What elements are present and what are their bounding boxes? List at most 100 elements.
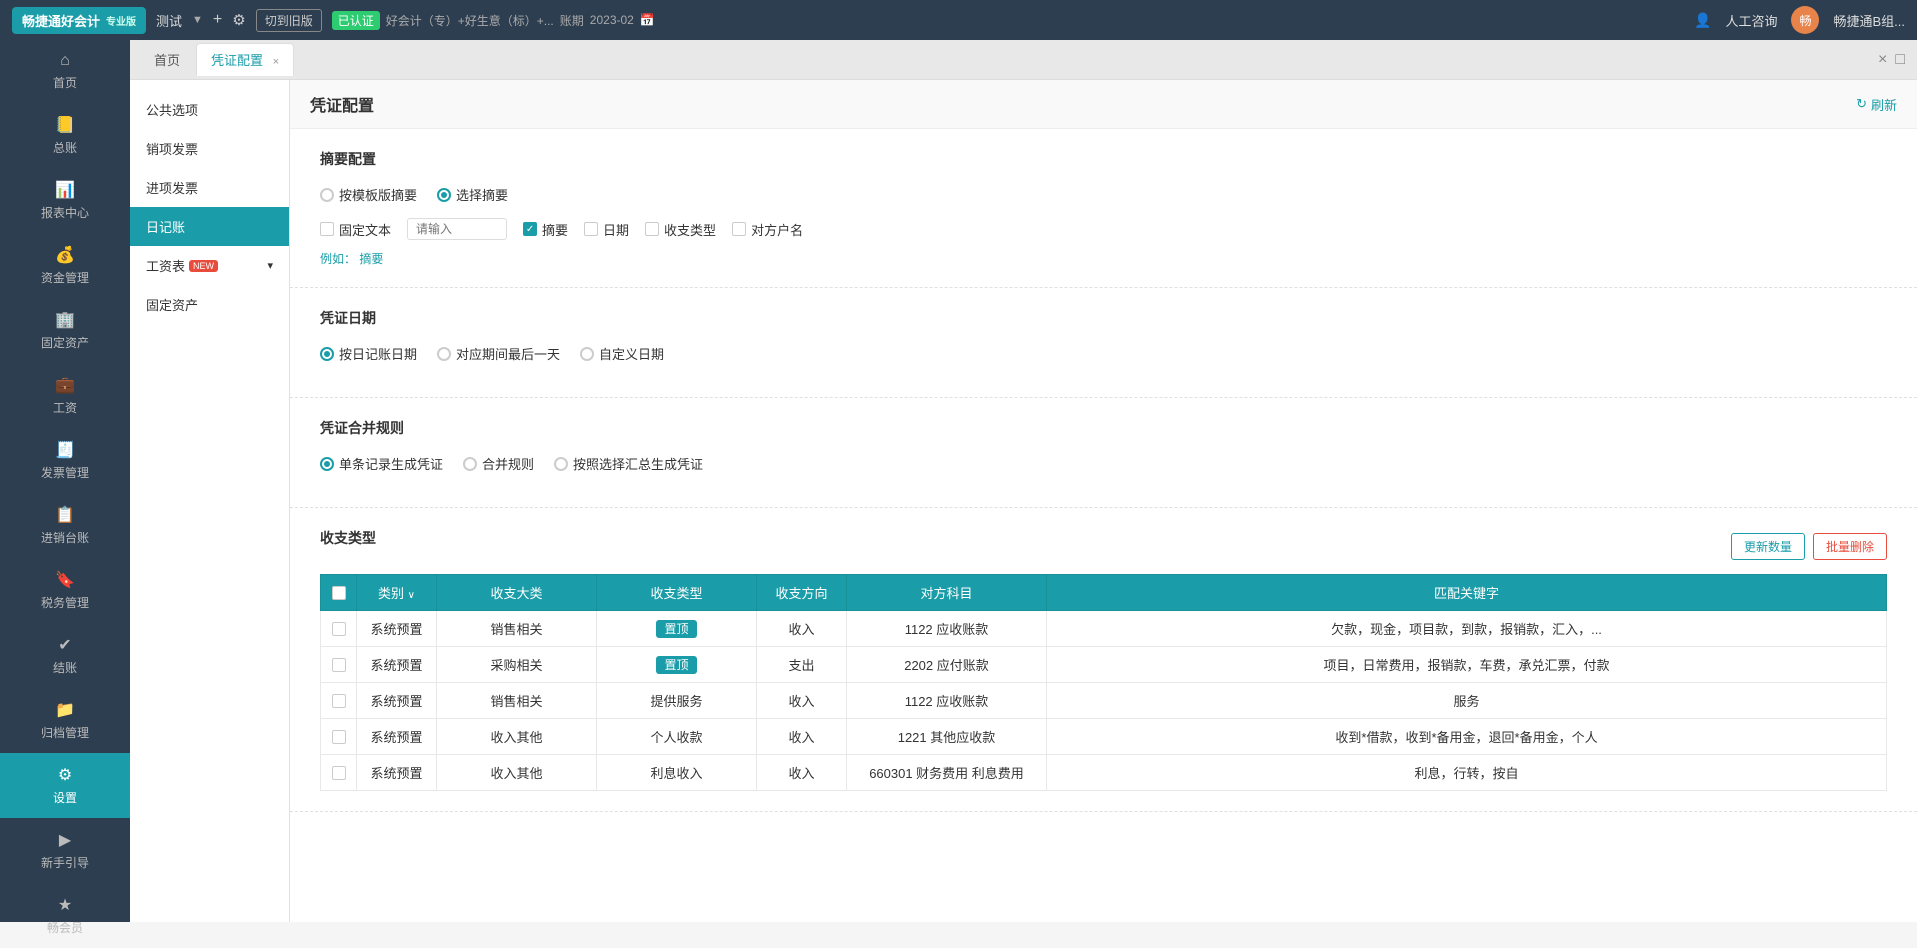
select-all-checkbox[interactable]	[332, 586, 346, 600]
sidebar-item-tax[interactable]: 🔖 税务管理	[0, 558, 130, 623]
radio-select-total[interactable]: 按照选择汇总生成凭证	[554, 454, 703, 473]
dropdown-icon[interactable]: ▼	[192, 14, 203, 26]
radio-journal-date[interactable]: 按日记账日期	[320, 344, 417, 363]
settlement-icon: ✔	[58, 635, 71, 655]
fixed-text-label: 固定文本	[339, 220, 391, 239]
sort-icon[interactable]: ∨	[408, 590, 415, 601]
checkbox-date[interactable]: 日期	[584, 220, 629, 239]
fixed-text-input[interactable]	[407, 218, 507, 240]
sidebar-item-salary[interactable]: 💼 工资	[0, 363, 130, 428]
add-icon[interactable]: +	[213, 11, 222, 29]
row-checkbox-1[interactable]	[332, 658, 346, 672]
window-maximize-button[interactable]: □	[1895, 51, 1905, 69]
row-checkbox-cell[interactable]	[321, 611, 357, 647]
tabs-bar: 首页 凭证配置 × × □	[130, 40, 1917, 80]
checkbox-date-box	[584, 222, 598, 236]
sidebar-item-member[interactable]: ★ 畅会员	[0, 883, 130, 948]
sidebar-item-assets[interactable]: 🏢 固定资产	[0, 298, 130, 363]
reset-badge-0[interactable]: 置顶	[656, 620, 696, 638]
row-category-4: 系统预置	[357, 755, 437, 791]
guide-icon: ▶	[59, 830, 71, 850]
version-switch-button[interactable]: 切到旧版	[256, 9, 322, 32]
row-checkbox-4[interactable]	[332, 766, 346, 780]
left-nav-purchase-invoice[interactable]: 进项发票	[130, 168, 289, 207]
checkbox-pay-type[interactable]: 收支类型	[645, 220, 716, 239]
sidebar-item-purchase[interactable]: 📋 进销台账	[0, 493, 130, 558]
checkbox-row: 固定文本 ✓ 摘要 日期 收支类型	[320, 218, 1887, 240]
row-checkbox-cell[interactable]	[321, 755, 357, 791]
radio-custom-date[interactable]: 自定义日期	[580, 344, 664, 363]
sidebar-item-home[interactable]: ⌂ 首页	[0, 40, 130, 103]
user-name[interactable]: 畅捷通B组...	[1833, 11, 1905, 30]
date-section-title: 凭证日期	[320, 308, 1887, 328]
window-close-button[interactable]: ×	[1878, 51, 1887, 69]
left-nav-salary-table[interactable]: 工资表 NEW ▾	[130, 246, 289, 285]
left-nav-fixed-assets[interactable]: 固定资产	[130, 285, 289, 324]
sidebar-item-ledger[interactable]: 📒 总账	[0, 103, 130, 168]
sidebar-item-report[interactable]: 📊 报表中心	[0, 168, 130, 233]
left-nav-public[interactable]: 公共选项	[130, 90, 289, 129]
sidebar-label-settlement: 结账	[53, 659, 77, 676]
row-sub-type-0: 置顶	[597, 611, 757, 647]
member-icon: ★	[58, 895, 72, 915]
radio-journal-date-label: 按日记账日期	[339, 344, 417, 363]
reset-badge-1[interactable]: 置顶	[656, 656, 696, 674]
row-checkbox-cell[interactable]	[321, 719, 357, 755]
period-value: 2023-02	[590, 13, 634, 27]
summary-section-title: 摘要配置	[320, 149, 1887, 169]
tax-icon: 🔖	[55, 570, 75, 590]
row-checkbox-3[interactable]	[332, 730, 346, 744]
sidebar-item-guide[interactable]: ▶ 新手引导	[0, 818, 130, 883]
checkbox-abstract[interactable]: ✓ 摘要	[523, 220, 568, 239]
row-big-type-4: 收入其他	[437, 755, 597, 791]
avatar[interactable]: 畅	[1791, 6, 1819, 34]
row-checkbox-0[interactable]	[332, 622, 346, 636]
left-nav-journal[interactable]: 日记账	[130, 207, 289, 246]
batch-delete-button[interactable]: 批量删除	[1813, 533, 1887, 560]
sidebar-item-archive[interactable]: 📁 归档管理	[0, 688, 130, 753]
radio-template[interactable]: 按模板版摘要	[320, 185, 417, 204]
radio-single[interactable]: 单条记录生成凭证	[320, 454, 443, 473]
payment-section-title: 收支类型	[320, 528, 376, 548]
checkbox-fixed-text[interactable]: 固定文本	[320, 220, 391, 239]
table-row: 系统预置 收入其他 利息收入 收入 660301 财务费用 利息费用 利息，行转…	[321, 755, 1887, 791]
settings-icon[interactable]: ⚙	[232, 11, 245, 29]
row-big-type-1: 采购相关	[437, 647, 597, 683]
company-name[interactable]: 测试	[156, 11, 182, 30]
sidebar-item-invoice-mgr[interactable]: 🧾 发票管理	[0, 428, 130, 493]
checkbox-counter-name[interactable]: 对方户名	[732, 220, 803, 239]
row-sub-type-4: 利息收入	[597, 755, 757, 791]
sidebar-item-settings[interactable]: ⚙ 设置	[0, 753, 130, 818]
radio-select-circle	[437, 188, 451, 202]
row-checkbox-cell[interactable]	[321, 683, 357, 719]
left-nav-sales-invoice[interactable]: 销项发票	[130, 129, 289, 168]
radio-merge-rule[interactable]: 合并规则	[463, 454, 534, 473]
radio-period-last[interactable]: 对应期间最后一天	[437, 344, 560, 363]
th-checkbox[interactable]	[321, 575, 357, 611]
th-sub-type: 收支类型	[597, 575, 757, 611]
radio-custom-date-circle	[580, 347, 594, 361]
sidebar-item-settlement[interactable]: ✔ 结账	[0, 623, 130, 688]
row-category-2: 系统预置	[357, 683, 437, 719]
row-checkbox-2[interactable]	[332, 694, 346, 708]
radio-select[interactable]: 选择摘要	[437, 185, 508, 204]
badge-info: 好会计（专）+好生意（标）+...	[386, 12, 554, 29]
help-label[interactable]: 人工咨询	[1725, 11, 1777, 30]
tab-home[interactable]: 首页	[140, 44, 194, 75]
logo-text: 畅捷通好会计	[22, 11, 100, 30]
update-count-button[interactable]: 更新数量	[1731, 533, 1805, 560]
row-big-type-0: 销售相关	[437, 611, 597, 647]
row-keywords-3: 收到*借款，收到*备用金，退回*备用金，个人	[1047, 719, 1887, 755]
sidebar-item-fund[interactable]: 💰 资金管理	[0, 233, 130, 298]
row-big-type-2: 销售相关	[437, 683, 597, 719]
calendar-icon[interactable]: 📅	[640, 13, 655, 27]
refresh-button[interactable]: ↻ 刷新	[1856, 95, 1897, 114]
row-keywords-2: 服务	[1047, 683, 1887, 719]
sidebar-label-tax: 税务管理	[41, 594, 89, 611]
row-checkbox-cell[interactable]	[321, 647, 357, 683]
tab-close-icon[interactable]: ×	[273, 56, 279, 68]
th-big-type: 收支大类	[437, 575, 597, 611]
radio-select-total-circle	[554, 457, 568, 471]
radio-select-label: 选择摘要	[456, 185, 508, 204]
tab-voucher-config[interactable]: 凭证配置 ×	[196, 43, 294, 76]
